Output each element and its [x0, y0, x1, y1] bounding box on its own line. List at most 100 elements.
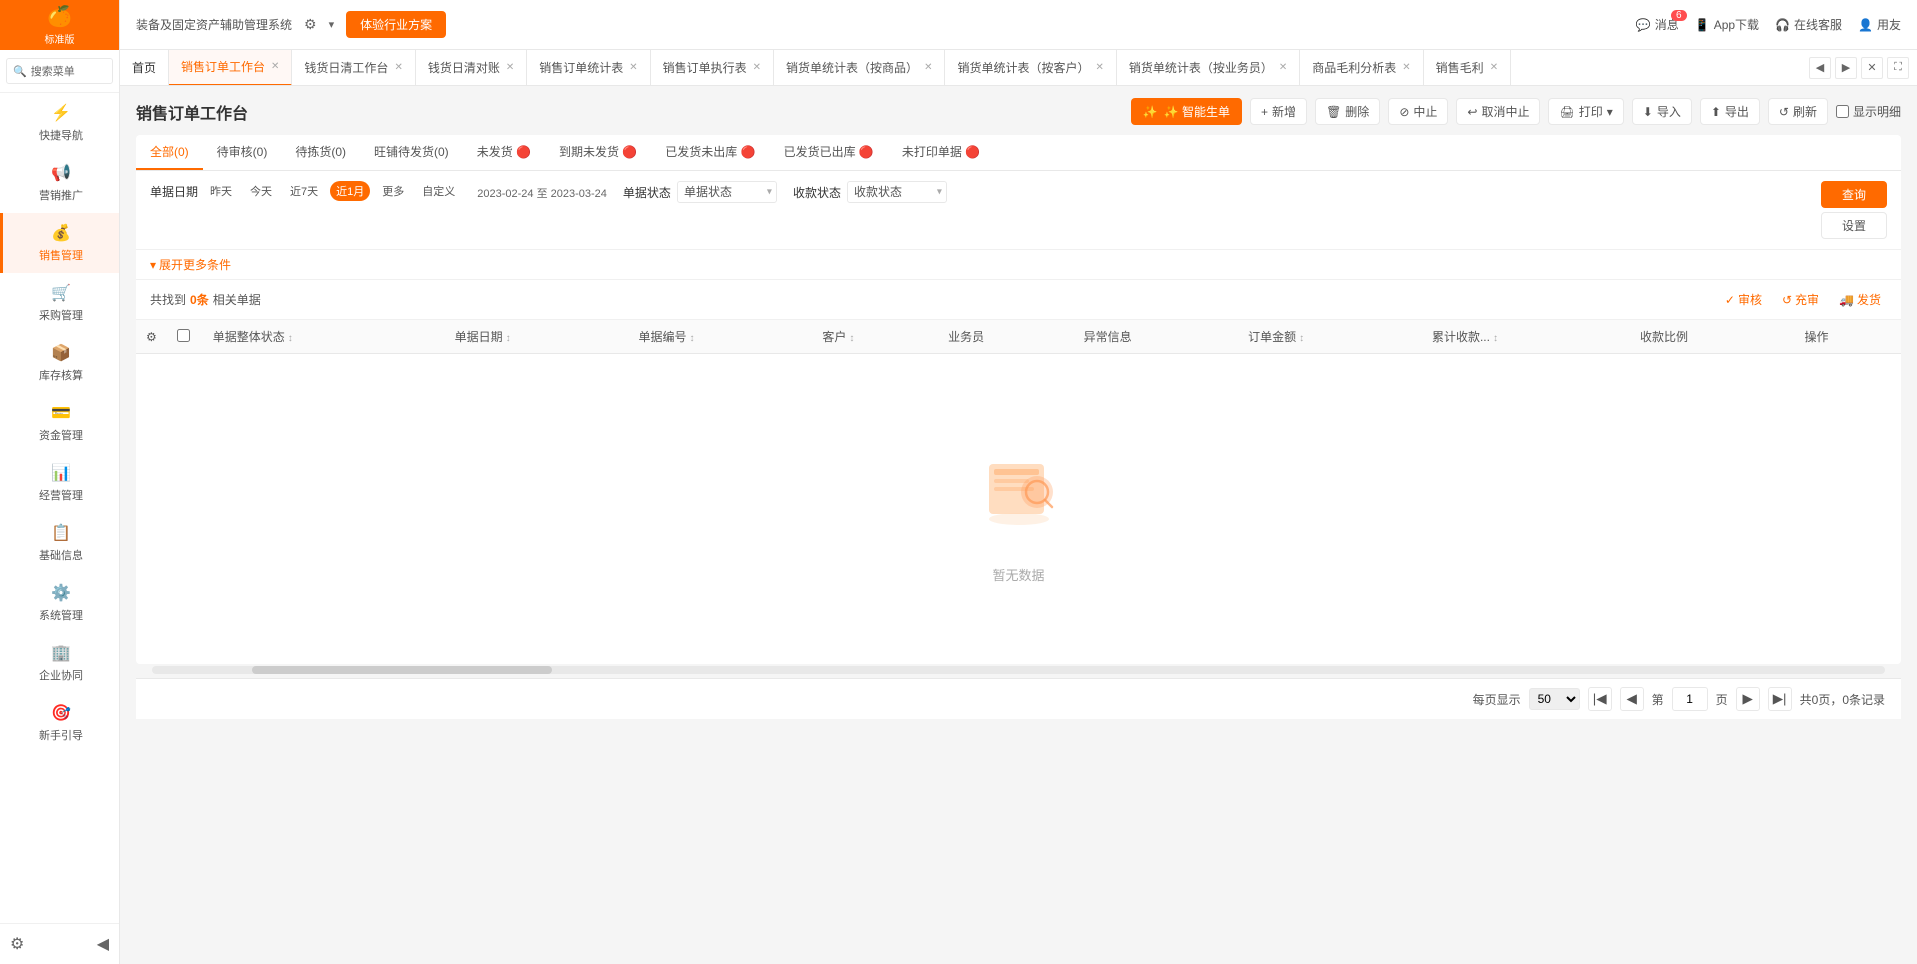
filter-tab-overdue-not-shipped[interactable]: 到期未发货 🔴	[545, 135, 651, 170]
query-button[interactable]: 查询	[1821, 181, 1887, 208]
tab-close-icon[interactable]: ✕	[394, 62, 402, 73]
stop-button[interactable]: ⊘ 中止	[1388, 98, 1448, 125]
sidebar-item-sales[interactable]: 💰 销售管理	[0, 213, 119, 273]
industry-solution-button[interactable]: 体验行业方案	[346, 11, 446, 38]
col-customer[interactable]: 客户↕	[812, 320, 938, 354]
date-btn-1month[interactable]: 近1月	[330, 181, 370, 201]
tab-scroll-right-button[interactable]: ▶	[1835, 57, 1857, 79]
date-btn-yesterday[interactable]: 昨天	[204, 181, 238, 201]
settings-button[interactable]: ⚙	[10, 934, 24, 954]
tab-close-icon[interactable]: ✕	[753, 62, 761, 73]
search-icon: 🔍	[13, 65, 27, 78]
messages-button[interactable]: 💬 消息 6	[1636, 16, 1679, 33]
scrollbar-thumb[interactable]	[252, 666, 552, 674]
print-button[interactable]: 🖨 打印 ▾	[1548, 98, 1623, 125]
page-number-input[interactable]	[1672, 687, 1708, 711]
sidebar-item-operations[interactable]: 📊 经营管理	[0, 453, 119, 513]
page-size-select[interactable]: 50 10 20 100	[1529, 688, 1580, 710]
tab-sales-workbench[interactable]: 销售订单工作台 ✕	[169, 50, 292, 86]
first-page-button[interactable]: |◀	[1588, 687, 1612, 711]
tab-sales-stat[interactable]: 销售订单统计表 ✕	[527, 50, 650, 86]
tab-close-icon[interactable]: ✕	[1490, 62, 1498, 73]
prev-page-button[interactable]: ◀	[1620, 687, 1644, 711]
tab-close-icon[interactable]: ✕	[1279, 62, 1287, 73]
filter-tab-shipped-not-outbound[interactable]: 已发货未出库 🔴	[651, 135, 769, 170]
tab-close-icon[interactable]: ✕	[629, 62, 637, 73]
date-btn-more[interactable]: 更多	[376, 181, 410, 201]
collapse-button[interactable]: ◀	[97, 934, 109, 954]
sidebar-item-marketing[interactable]: 📢 营销推广	[0, 153, 119, 213]
revoke-button[interactable]: ↺ 充审	[1776, 288, 1825, 311]
sidebar-item-guide[interactable]: 🎯 新手引导	[0, 693, 119, 753]
online-service-button[interactable]: 🎧 在线客服	[1775, 16, 1842, 33]
filter-tab-pending-inspect[interactable]: 待拣货(0)	[281, 135, 360, 170]
tab-sales-exec[interactable]: 销售订单执行表 ✕	[651, 50, 774, 86]
horizontal-scrollbar[interactable]	[136, 666, 1901, 678]
page-size-label: 每页显示	[1473, 691, 1521, 708]
sidebar-item-finance[interactable]: 💳 资金管理	[0, 393, 119, 453]
show-detail-checkbox[interactable]	[1836, 105, 1849, 118]
date-btn-today[interactable]: 今天	[244, 181, 278, 201]
sidebar-item-inventory[interactable]: 📦 库存核算	[0, 333, 119, 393]
status-select[interactable]: 单据状态	[677, 181, 777, 203]
app-download-button[interactable]: 📱 App下载	[1695, 16, 1759, 33]
sidebar-item-enterprise[interactable]: 🏢 企业协同	[0, 633, 119, 693]
show-detail-toggle[interactable]: 显示明细	[1836, 103, 1901, 120]
sidebar-item-system[interactable]: ⚙️ 系统管理	[0, 573, 119, 633]
filter-tab-not-shipped[interactable]: 未发货 🔴	[463, 135, 545, 170]
tab-close-icon[interactable]: ✕	[271, 61, 279, 72]
filter-tab-wangpu-deliver[interactable]: 旺铺待发货(0)	[360, 135, 463, 170]
col-amount[interactable]: 订单金额↕	[1238, 320, 1422, 354]
next-page-button[interactable]: ▶	[1736, 687, 1760, 711]
tab-sales-sum[interactable]: 销售毛利 ✕	[1424, 50, 1511, 86]
add-button[interactable]: + 新增	[1250, 98, 1307, 125]
col-checkbox[interactable]	[167, 320, 203, 354]
deliver-button[interactable]: 🚚 发货	[1833, 288, 1887, 311]
tab-close-icon[interactable]: ✕	[506, 62, 514, 73]
approve-button[interactable]: ✓ 审核	[1719, 288, 1768, 311]
import-button[interactable]: ⬇ 导入	[1632, 98, 1692, 125]
col-date[interactable]: 单据日期↕	[445, 320, 629, 354]
tab-scroll-left-button[interactable]: ◀	[1809, 57, 1831, 79]
export-button[interactable]: ⬆ 导出	[1700, 98, 1760, 125]
user-menu-button[interactable]: 👤 用友	[1858, 16, 1901, 33]
payment-select[interactable]: 收款状态	[847, 181, 947, 203]
expand-filter-button[interactable]: ▾ 展开更多条件	[150, 256, 1887, 273]
filter-tab-all[interactable]: 全部(0)	[136, 135, 203, 170]
col-staff[interactable]: 业务员	[938, 320, 1073, 354]
tab-close-icon[interactable]: ✕	[1095, 62, 1103, 73]
cancel-stop-button[interactable]: ↩ 取消中止	[1456, 98, 1540, 125]
tab-cargo-stat-staff[interactable]: 销货单统计表（按业务员） ✕	[1117, 50, 1300, 86]
col-settings[interactable]: ⚙	[136, 320, 167, 354]
set-button[interactable]: 设置	[1821, 212, 1887, 239]
system-settings-button[interactable]: ⚙	[304, 16, 317, 33]
tab-close-icon[interactable]: ✕	[1402, 62, 1410, 73]
refresh-button[interactable]: ↺ 刷新	[1768, 98, 1828, 125]
tab-cash-daily[interactable]: 钱货日清工作台 ✕	[292, 50, 415, 86]
tab-close-icon[interactable]: ✕	[924, 62, 932, 73]
tab-gross-margin[interactable]: 商品毛利分析表 ✕	[1300, 50, 1423, 86]
tab-close-all-button[interactable]: ✕	[1861, 57, 1883, 79]
system-dropdown-button[interactable]: ▾	[329, 18, 335, 31]
date-btn-7days[interactable]: 近7天	[284, 181, 324, 201]
tab-fullscreen-button[interactable]: ⛶	[1887, 57, 1909, 79]
date-btn-custom[interactable]: 自定义	[416, 181, 461, 201]
tab-home[interactable]: 首页	[120, 50, 169, 86]
sidebar-item-base-info[interactable]: 📋 基础信息	[0, 513, 119, 573]
select-all-checkbox[interactable]	[177, 329, 190, 342]
col-number[interactable]: 单据编号↕	[629, 320, 813, 354]
tab-cash-reconcile[interactable]: 钱货日清对账 ✕	[416, 50, 527, 86]
filter-tab-not-printed[interactable]: 未打印单据 🔴	[888, 135, 994, 170]
col-received[interactable]: 累计收款...↕	[1422, 320, 1630, 354]
tab-cargo-stat-product[interactable]: 销货单统计表（按商品） ✕	[774, 50, 945, 86]
sidebar-item-purchase[interactable]: 🛒 采购管理	[0, 273, 119, 333]
filter-tab-pending-review[interactable]: 待审核(0)	[203, 135, 282, 170]
sidebar-item-quick-nav[interactable]: ⚡ 快捷导航	[0, 93, 119, 153]
last-page-button[interactable]: ▶|	[1768, 687, 1792, 711]
sidebar-logo[interactable]: 🍊 标准版	[0, 0, 119, 50]
delete-button[interactable]: 🗑 删除	[1315, 98, 1380, 125]
smart-create-button[interactable]: ✨ ✨ 智能生单	[1131, 98, 1242, 125]
tab-cargo-stat-customer[interactable]: 销货单统计表（按客户） ✕	[945, 50, 1116, 86]
search-menu-button[interactable]: 🔍 搜索菜单	[6, 58, 113, 84]
filter-tab-shipped-outbound[interactable]: 已发货已出库 🔴	[770, 135, 888, 170]
